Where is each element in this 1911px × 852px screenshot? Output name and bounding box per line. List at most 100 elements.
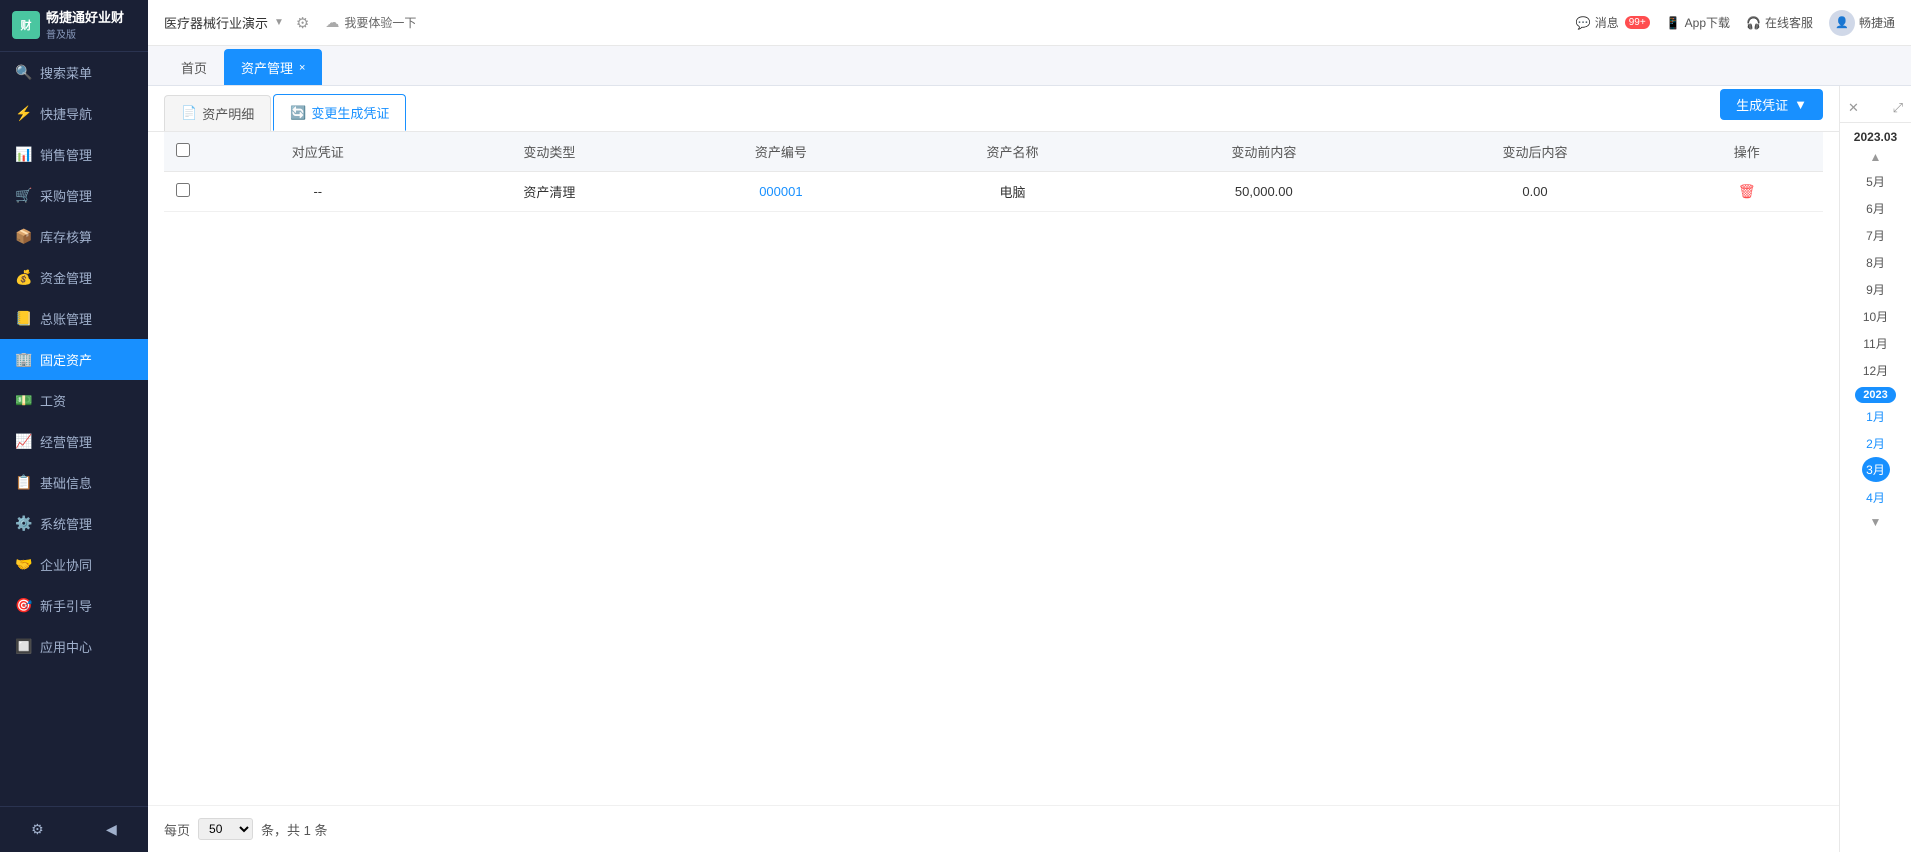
tab-home[interactable]: 首页 bbox=[164, 49, 224, 85]
row-checkbox[interactable] bbox=[176, 183, 190, 197]
company-name: 医疗器械行业演示 bbox=[164, 13, 268, 32]
header-after-content: 变动后内容 bbox=[1399, 132, 1670, 172]
tab-asset-management-label: 资产管理 bbox=[241, 58, 293, 77]
cell-action: 🗑 bbox=[1671, 172, 1823, 212]
trial-icon: ☁ bbox=[325, 14, 339, 31]
topbar-right: 💬 消息 99+ 📱 App下载 🎧 在线客服 👤 畅捷通 bbox=[1576, 10, 1895, 36]
trial-button[interactable]: ☁ 我要体验一下 bbox=[325, 14, 416, 31]
sidebar-item-payroll[interactable]: 💵 工资 bbox=[0, 380, 148, 421]
per-page-select[interactable]: 50 10 20 100 bbox=[198, 818, 253, 840]
select-all-checkbox[interactable] bbox=[176, 143, 190, 157]
month-6[interactable]: 6月 bbox=[1840, 195, 1911, 222]
header-asset-name: 资产名称 bbox=[897, 132, 1129, 172]
cell-voucher: -- bbox=[202, 172, 434, 212]
ledger-icon: 📒 bbox=[16, 310, 32, 326]
sidebar-item-label: 总账管理 bbox=[40, 309, 92, 328]
finance-icon: 💰 bbox=[16, 269, 32, 285]
table-wrapper: 对应凭证 变动类型 资产编号 资产名称 变动前内容 变动后内容 操作 bbox=[148, 132, 1839, 805]
topbar: 医疗器械行业演示 ▼ ⚙ ☁ 我要体验一下 💬 消息 99+ 📱 App下载 🎧… bbox=[148, 0, 1911, 46]
messages-badge: 99+ bbox=[1625, 16, 1650, 29]
app-name: 畅捷通好业财 bbox=[46, 10, 124, 26]
month-1[interactable]: 1月 bbox=[1840, 403, 1911, 430]
month-10[interactable]: 10月 bbox=[1840, 303, 1911, 330]
sidebar-item-label: 快捷导航 bbox=[40, 104, 92, 123]
messages-label: 消息 bbox=[1595, 14, 1619, 31]
sidebar-item-fixed-assets[interactable]: 🏢 固定资产 bbox=[0, 339, 148, 380]
tab-asset-detail[interactable]: 📄 资产明细 bbox=[164, 95, 271, 131]
header-change-type: 变动类型 bbox=[434, 132, 666, 172]
nav-tabs: 首页 资产管理 × bbox=[148, 46, 1911, 86]
cell-change-type: 资产清理 bbox=[434, 172, 666, 212]
data-table: 对应凭证 变动类型 资产编号 资产名称 变动前内容 变动后内容 操作 bbox=[164, 132, 1823, 212]
month-2[interactable]: 2月 bbox=[1840, 430, 1911, 457]
sidebar-item-finance[interactable]: 💰 资金管理 bbox=[0, 257, 148, 298]
tab-change-voucher[interactable]: 🔄 变更生成凭证 bbox=[273, 94, 406, 131]
month-7[interactable]: 7月 bbox=[1840, 222, 1911, 249]
sidebar-item-guide[interactable]: 🎯 新手引导 bbox=[0, 585, 148, 626]
generate-dropdown-icon: ▼ bbox=[1794, 97, 1807, 112]
change-voucher-icon: 🔄 bbox=[290, 105, 306, 121]
settings-icon[interactable]: ⚙ bbox=[296, 14, 309, 32]
sidebar-settings-button[interactable]: ⚙ bbox=[25, 815, 50, 844]
content-area: 📄 资产明细 🔄 变更生成凭证 生成凭证 ▼ bbox=[148, 86, 1911, 852]
basic-info-icon: 📋 bbox=[16, 474, 32, 490]
cell-asset-name: 电脑 bbox=[897, 172, 1129, 212]
inventory-icon: 📦 bbox=[16, 228, 32, 244]
cell-asset-code[interactable]: 000001 bbox=[665, 172, 897, 212]
sidebar-item-label: 应用中心 bbox=[40, 637, 92, 656]
tab-change-voucher-label: 变更生成凭证 bbox=[311, 103, 389, 122]
month-12[interactable]: 12月 bbox=[1840, 357, 1911, 384]
avatar: 👤 bbox=[1829, 10, 1855, 36]
month-4[interactable]: 4月 bbox=[1840, 484, 1911, 511]
sidebar-item-system[interactable]: ⚙️ 系统管理 bbox=[0, 503, 148, 544]
delete-row-button[interactable]: 🗑 bbox=[1738, 183, 1756, 200]
sidebar-item-label: 新手引导 bbox=[40, 596, 92, 615]
tab-close-icon[interactable]: × bbox=[299, 62, 305, 74]
sidebar-item-inventory[interactable]: 📦 库存核算 bbox=[0, 216, 148, 257]
app-version: 普及版 bbox=[46, 26, 124, 41]
app-download-button[interactable]: 📱 App下载 bbox=[1666, 14, 1730, 31]
sidebar: 财 畅捷通好业财 普及版 🔍 搜索菜单 ⚡ 快捷导航 📊 销售管理 🛒 采购管理… bbox=[0, 0, 148, 852]
sidebar-collapse-button[interactable]: ◀ bbox=[100, 815, 123, 844]
table-row: -- 资产清理 000001 电脑 50,000.00 0.00 🗑 bbox=[164, 172, 1823, 212]
sidebar-item-purchase[interactable]: 🛒 采购管理 bbox=[0, 175, 148, 216]
month-9[interactable]: 9月 bbox=[1840, 276, 1911, 303]
month-3-active[interactable]: 3月 bbox=[1862, 457, 1890, 482]
year-badge-2023[interactable]: 2023 bbox=[1855, 387, 1895, 403]
sidebar-item-sales[interactable]: 📊 销售管理 bbox=[0, 134, 148, 175]
calendar-year-month: 2023.03 bbox=[1840, 123, 1911, 146]
generate-voucher-button[interactable]: 生成凭证 ▼ bbox=[1720, 89, 1823, 120]
app-center-icon: 🔲 bbox=[16, 638, 32, 654]
sidebar-menu: 🔍 搜索菜单 ⚡ 快捷导航 📊 销售管理 🛒 采购管理 📦 库存核算 💰 资金管… bbox=[0, 52, 148, 806]
pagination: 每页 50 10 20 100 条，共 1 条 bbox=[148, 805, 1839, 852]
month-8[interactable]: 8月 bbox=[1840, 249, 1911, 276]
app-download-label: App下载 bbox=[1685, 14, 1730, 31]
sidebar-item-basic-info[interactable]: 📋 基础信息 bbox=[0, 462, 148, 503]
month-5[interactable]: 5月 bbox=[1840, 168, 1911, 195]
right-panel-header: ✕ ⤢ bbox=[1840, 94, 1911, 123]
online-service-button[interactable]: 🎧 在线客服 bbox=[1746, 14, 1813, 31]
user-menu-button[interactable]: 👤 畅捷通 bbox=[1829, 10, 1895, 36]
right-panel-close-button[interactable]: ✕ bbox=[1848, 100, 1859, 116]
sidebar-item-quicknav[interactable]: ⚡ 快捷导航 bbox=[0, 93, 148, 134]
main-container: 医疗器械行业演示 ▼ ⚙ ☁ 我要体验一下 💬 消息 99+ 📱 App下载 🎧… bbox=[148, 0, 1911, 852]
sidebar-item-enterprise[interactable]: 🤝 企业协同 bbox=[0, 544, 148, 585]
month-11[interactable]: 11月 bbox=[1840, 330, 1911, 357]
sidebar-item-label: 资金管理 bbox=[40, 268, 92, 287]
messages-button[interactable]: 💬 消息 99+ bbox=[1576, 14, 1650, 31]
sidebar-item-operations[interactable]: 📈 经营管理 bbox=[0, 421, 148, 462]
table-header-row: 对应凭证 变动类型 资产编号 资产名称 变动前内容 变动后内容 操作 bbox=[164, 132, 1823, 172]
tab-asset-detail-label: 资产明细 bbox=[202, 104, 254, 123]
total-label: 条，共 1 条 bbox=[261, 820, 327, 839]
company-selector[interactable]: 医疗器械行业演示 ▼ bbox=[164, 13, 284, 32]
calendar-next-arrow[interactable]: ▼ bbox=[1866, 511, 1886, 533]
sidebar-item-search[interactable]: 🔍 搜索菜单 bbox=[0, 52, 148, 93]
sidebar-item-app-center[interactable]: 🔲 应用中心 bbox=[0, 626, 148, 667]
calendar-prev-arrow[interactable]: ▲ bbox=[1866, 146, 1886, 168]
right-panel-expand-button[interactable]: ⤢ bbox=[1893, 100, 1903, 116]
service-icon: 🎧 bbox=[1746, 16, 1761, 30]
quicknav-icon: ⚡ bbox=[16, 105, 32, 121]
tab-asset-management[interactable]: 资产管理 × bbox=[224, 49, 322, 85]
current-period-label: 2023.03 bbox=[1854, 130, 1897, 144]
sidebar-item-ledger[interactable]: 📒 总账管理 bbox=[0, 298, 148, 339]
